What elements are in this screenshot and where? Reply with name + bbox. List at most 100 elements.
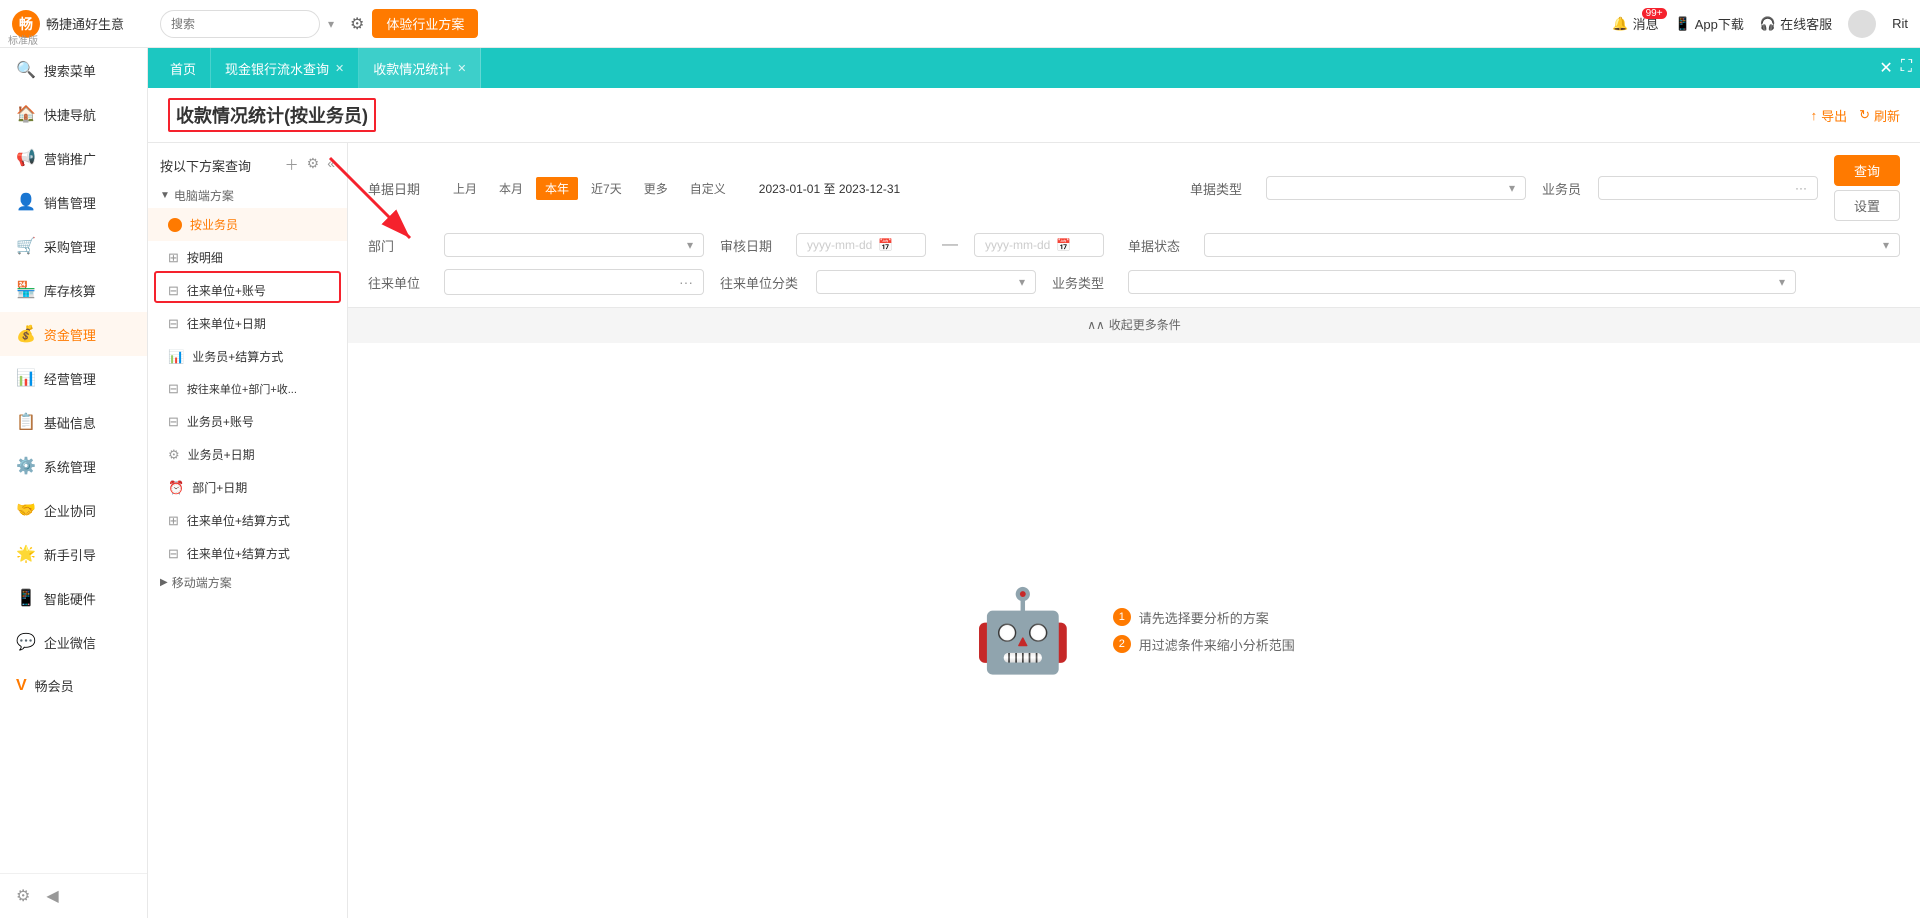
user-avatar[interactable] [1848,10,1876,38]
trial-btn[interactable]: 体验行业方案 [372,9,478,38]
review-date-end-input[interactable]: yyyy-mm-dd 📅 [974,233,1104,257]
app-download-btn[interactable]: 📱 App下载 [1675,14,1744,33]
settings-btn[interactable]: 设置 [1834,190,1900,221]
tip-text-1: 请先选择要分析的方案 [1139,608,1269,627]
tab-bank-flow[interactable]: 现金银行流水查询 ✕ [211,48,359,88]
sidebar-item-marketing[interactable]: 📢 营销推广 [0,136,147,180]
tip-text-2: 用过滤条件来缩小分析范围 [1139,635,1295,654]
review-date-start-input[interactable]: yyyy-mm-dd 📅 [796,233,926,257]
search-menu-icon: 🔍 [16,60,36,80]
tab-bank-flow-close-icon[interactable]: ✕ [335,62,344,75]
tab-collection-stats-close-icon[interactable]: ✕ [457,62,466,75]
export-btn[interactable]: ↑ 导出 [1811,106,1848,125]
biz-type-chevron-icon: ▾ [1779,275,1785,289]
tab-bank-flow-label: 现金银行流水查询 [225,59,329,78]
sidebar-item-base-info[interactable]: 📋 基础信息 [0,400,147,444]
app-layout: 🔍 搜索菜单 🏠 快捷导航 📢 营销推广 👤 销售管理 🛒 采购管理 🏪 库存核… [0,48,1920,918]
date-tab-more[interactable]: 更多 [635,177,677,200]
menu-item-staff-settle[interactable]: 📊 业务员+结算方式 [148,340,347,373]
calendar-end-icon[interactable]: 📅 [1056,238,1071,252]
tab-close-all-icon[interactable]: ✕ [1879,58,1892,78]
voucher-status-select[interactable]: ▾ [1204,233,1900,257]
collapse-label: 收起更多条件 [1109,316,1181,333]
top-search-input[interactable] [160,10,320,38]
menu-item-partner-dept[interactable]: ⊟ 按往来单位+部门+收... [148,373,347,405]
section-mobile[interactable]: ▶ 移动端方案 [148,570,347,595]
sidebar-item-enterprise[interactable]: 🤝 企业协同 [0,488,147,532]
sidebar-item-quick-nav[interactable]: 🏠 快捷导航 [0,92,147,136]
sidebar-item-search-menu[interactable]: 🔍 搜索菜单 [0,48,147,92]
partner-class-select[interactable]: ▾ [816,270,1036,294]
partner-class-chevron-icon: ▾ [1019,275,1025,289]
sidebar-item-inventory[interactable]: 🏪 库存核算 [0,268,147,312]
partner-settle1-label: 往来单位+结算方式 [187,512,290,529]
main-content: 首页 现金银行流水查询 ✕ 收款情况统计 ✕ ✕ ⛶ 收款情况统计(按业务员) … [148,48,1920,918]
guide-icon: 🌟 [16,544,36,564]
menu-item-staff-account[interactable]: ⊟ 业务员+账号 [148,405,347,438]
collapse-conditions-btn[interactable]: ∧∧ 收起更多条件 [348,307,1920,341]
menu-item-dept-date[interactable]: ⏰ 部门+日期 [148,471,347,504]
online-service-btn[interactable]: 🎧 在线客服 [1760,14,1832,33]
staff-more-icon[interactable]: ··· [1795,181,1807,195]
panel-header: 按以下方案查询 ＋ ⚙ « [148,143,347,183]
menu-item-by-detail[interactable]: ⊞ 按明细 [148,241,347,274]
voucher-type-chevron-icon: ▾ [1509,181,1515,195]
menu-item-by-staff[interactable]: 按业务员 [148,208,347,241]
menu-item-partner-settle1[interactable]: ⊞ 往来单位+结算方式 [148,504,347,537]
menu-item-partner-date[interactable]: ⊟ 往来单位+日期 [148,307,347,340]
date-tab-last-month[interactable]: 上月 [444,177,486,200]
filter-row-3: 往来单位 ··· 往来单位分类 ▾ 业务类型 ▾ [368,269,1900,295]
tab-home[interactable]: 首页 [156,48,211,88]
collapse-panel-icon[interactable]: « [327,155,335,175]
menu-item-staff-date[interactable]: ⚙ 业务员+日期 [148,438,347,471]
sidebar-item-operation[interactable]: 📊 经营管理 [0,356,147,400]
empty-tip-2: 2 用过滤条件来缩小分析范围 [1113,635,1295,654]
date-tab-7days[interactable]: 近7天 [582,177,631,200]
dept-date-label: 部门+日期 [192,479,247,496]
sidebar-item-finance[interactable]: 💰 资金管理 [0,312,147,356]
biz-type-select[interactable]: ▾ [1128,270,1796,294]
partner-settle2-icon: ⊟ [168,546,179,562]
staff-date-label: 业务员+日期 [188,446,255,463]
date-tab-this-year[interactable]: 本年 [536,177,578,200]
download-icon: 📱 [1675,16,1691,32]
sidebar-bottom: ⚙ ◀ [0,873,147,918]
sidebar-item-sales[interactable]: 👤 销售管理 [0,180,147,224]
sidebar-item-member[interactable]: V 畅会员 [0,664,147,707]
menu-item-partner-account[interactable]: ⊟ 往来单位+账号 [148,274,347,307]
menu-item-partner-settle2[interactable]: ⊟ 往来单位+结算方式 [148,537,347,570]
add-scheme-icon[interactable]: ＋ [285,155,299,175]
query-btn[interactable]: 查询 [1834,155,1900,186]
sidebar-settings-icon[interactable]: ⚙ [16,886,30,906]
calendar-start-icon[interactable]: 📅 [878,238,893,252]
voucher-type-select[interactable]: ▾ [1266,176,1526,200]
tab-collection-stats[interactable]: 收款情况统计 ✕ [359,48,481,88]
edition-badge: 标准版 [8,32,38,47]
sidebar-item-guide[interactable]: 🌟 新手引导 [0,532,147,576]
dropdown-arrow-icon[interactable]: ▾ [328,17,334,31]
dept-select[interactable]: ▾ [444,233,704,257]
partner-input[interactable]: ··· [444,269,704,295]
staff-select[interactable]: ··· [1598,176,1818,200]
settings-icon[interactable]: ⚙ [350,14,364,34]
sidebar-item-system[interactable]: ⚙️ 系统管理 [0,444,147,488]
sidebar-item-wechat[interactable]: 💬 企业微信 [0,620,147,664]
tab-collection-stats-label: 收款情况统计 [373,59,451,78]
partner-label: 往来单位 [368,273,428,292]
section-desktop[interactable]: ▼ 电脑端方案 [148,183,347,208]
finance-icon: 💰 [16,324,36,344]
empty-tip-1: 1 请先选择要分析的方案 [1113,608,1295,627]
partner-more-icon[interactable]: ··· [679,274,693,290]
tab-fullscreen-icon[interactable]: ⛶ [1901,58,1912,78]
scheme-settings-icon[interactable]: ⚙ [307,155,320,175]
refresh-btn[interactable]: ↻ 刷新 [1859,106,1900,125]
date-tab-custom[interactable]: 自定义 [681,177,735,200]
sidebar-collapse-icon[interactable]: ◀ [46,886,58,906]
sidebar-item-purchase[interactable]: 🛒 采购管理 [0,224,147,268]
sidebar-label-sales: 销售管理 [44,193,96,212]
date-tab-this-month[interactable]: 本月 [490,177,532,200]
sidebar-item-smart-hw[interactable]: 📱 智能硬件 [0,576,147,620]
sidebar-label-wechat: 企业微信 [44,633,96,652]
partner-dept-label: 按往来单位+部门+收... [187,381,297,397]
messages-btn[interactable]: 🔔 消息 99+ [1612,14,1658,33]
